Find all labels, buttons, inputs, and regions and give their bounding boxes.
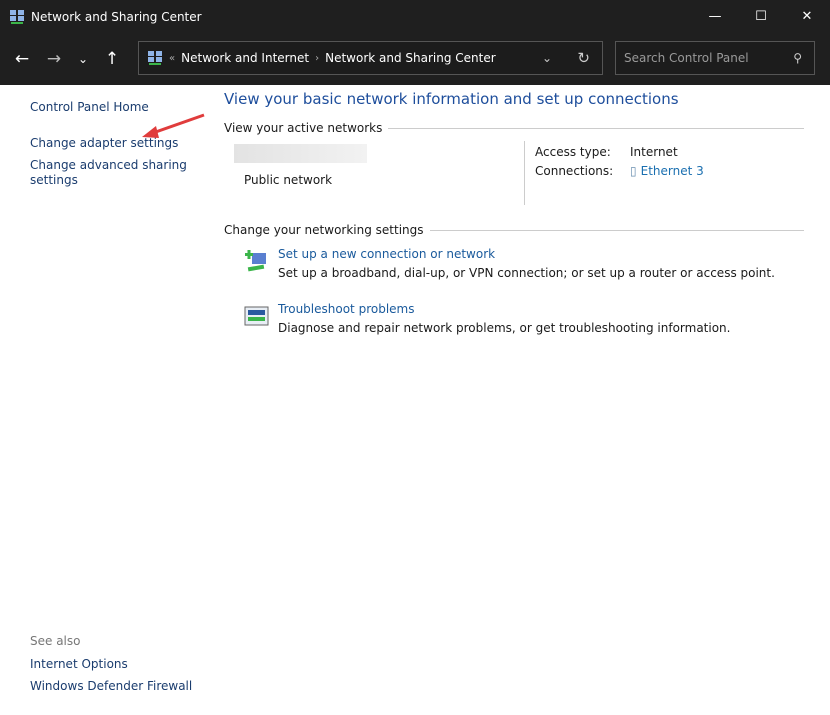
- ethernet-connection-link[interactable]: Ethernet 3: [641, 164, 704, 178]
- overflow-icon[interactable]: «: [169, 53, 175, 64]
- back-button[interactable]: ←: [6, 43, 38, 75]
- divider: [524, 141, 525, 205]
- ethernet-icon: ▯: [630, 164, 637, 178]
- network-center-icon: [10, 9, 24, 24]
- network-name-redacted: [234, 144, 367, 163]
- section-label: View your active networks: [224, 121, 383, 135]
- maximize-button[interactable]: ☐: [738, 0, 784, 33]
- breadcrumb-network-and-internet[interactable]: Network and Internet: [181, 51, 309, 65]
- search-input[interactable]: [624, 51, 784, 65]
- access-type-value: Internet: [630, 145, 678, 159]
- refresh-icon[interactable]: ↻: [577, 49, 590, 67]
- connections-label: Connections:: [535, 164, 614, 178]
- task-new-connection: Set up a new connection or network Set u…: [224, 247, 804, 302]
- network-category: Public network: [244, 173, 333, 187]
- see-also: See also Internet Options Windows Defend…: [30, 634, 192, 701]
- close-button[interactable]: ✕: [784, 0, 830, 33]
- active-network: Public network Access type: Internet Conn…: [224, 135, 804, 223]
- window-title: Network and Sharing Center: [31, 9, 202, 24]
- troubleshoot-link[interactable]: Troubleshoot problems: [278, 302, 804, 316]
- troubleshoot-icon: [244, 306, 269, 326]
- up-button[interactable]: ↑: [96, 43, 128, 75]
- page-title: View your basic network information and …: [224, 90, 679, 108]
- change-settings-header: Change your networking settings: [224, 223, 804, 237]
- divider: [388, 127, 804, 129]
- search-icon[interactable]: ⚲: [793, 51, 802, 65]
- main-content: View your basic network information and …: [224, 90, 804, 357]
- breadcrumb-separator-icon[interactable]: ›: [315, 53, 319, 64]
- network-center-icon: [148, 51, 162, 65]
- windows-defender-firewall-link[interactable]: Windows Defender Firewall: [30, 679, 192, 693]
- internet-options-link[interactable]: Internet Options: [30, 657, 192, 671]
- breadcrumb-network-and-sharing-center[interactable]: Network and Sharing Center: [325, 51, 496, 65]
- annotation-arrow-icon: [142, 113, 205, 138]
- title-bar: Network and Sharing Center — ☐ ✕: [0, 0, 830, 33]
- setup-connection-link[interactable]: Set up a new connection or network: [278, 247, 804, 261]
- task-description: Diagnose and repair network problems, or…: [278, 321, 731, 335]
- active-networks-header: View your active networks: [224, 121, 804, 135]
- address-bar[interactable]: « Network and Internet › Network and Sha…: [138, 41, 603, 75]
- task-description: Set up a broadband, dial-up, or VPN conn…: [278, 266, 775, 280]
- address-dropdown-icon[interactable]: ⌄: [542, 51, 552, 65]
- access-type-label: Access type:: [535, 145, 611, 159]
- section-label: Change your networking settings: [224, 223, 424, 237]
- see-also-label: See also: [30, 634, 81, 648]
- navigation-bar: ← → ⌄ ↑ « Network and Internet › Network…: [0, 33, 830, 85]
- divider: [429, 229, 804, 231]
- minimize-button[interactable]: —: [692, 0, 738, 33]
- new-connection-icon: [245, 250, 266, 272]
- task-troubleshoot: Troubleshoot problems Diagnose and repai…: [224, 302, 804, 357]
- forward-button[interactable]: →: [38, 43, 70, 75]
- sidebar-change-advanced-sharing-settings[interactable]: Change advanced sharing settings: [30, 158, 205, 188]
- search-box[interactable]: ⚲: [615, 41, 815, 75]
- recent-locations-button[interactable]: ⌄: [70, 43, 96, 75]
